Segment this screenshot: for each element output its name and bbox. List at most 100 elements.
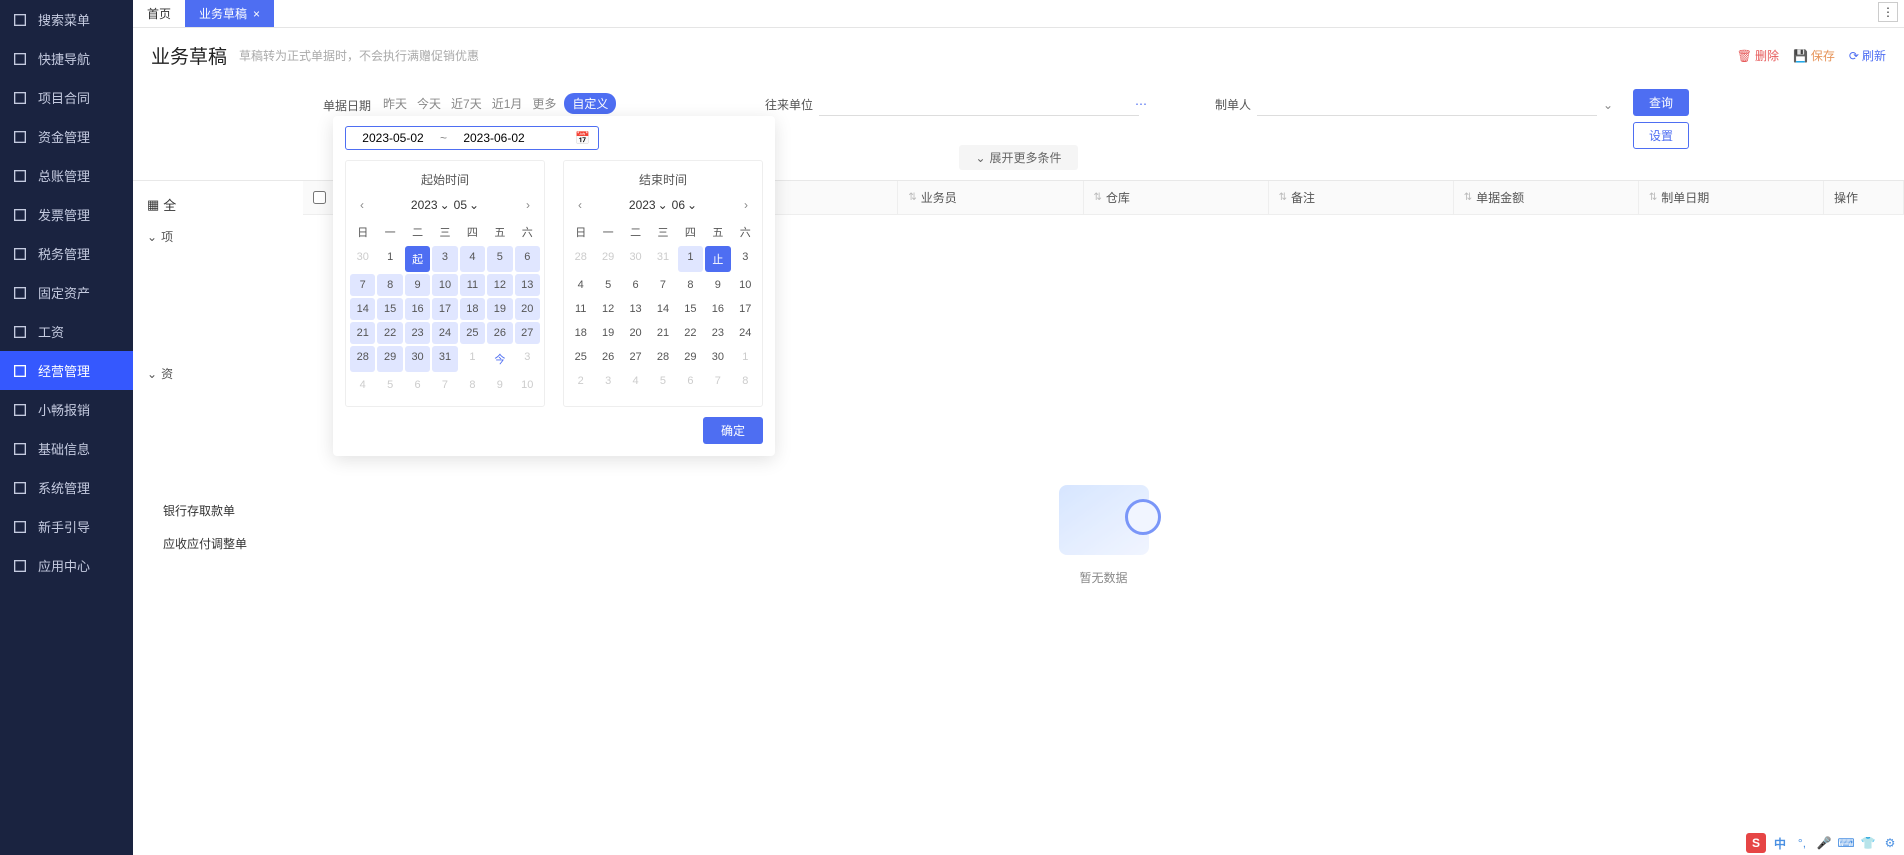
- date-preset-1[interactable]: 今天: [415, 93, 443, 114]
- ime-tool-icon[interactable]: ⚙: [1882, 835, 1898, 851]
- calendar-day[interactable]: 1: [377, 246, 402, 272]
- sort-icon[interactable]: ⇅: [1094, 194, 1102, 202]
- sidebar-item-5[interactable]: 发票管理: [0, 195, 133, 234]
- next-month-button[interactable]: ›: [740, 196, 752, 214]
- calendar-day[interactable]: 2: [568, 370, 593, 392]
- calendar-day[interactable]: 10: [733, 274, 758, 296]
- calendar-day[interactable]: 15: [678, 298, 703, 320]
- sidebar-item-6[interactable]: 税务管理: [0, 234, 133, 273]
- sidebar-item-10[interactable]: 小畅报销: [0, 390, 133, 429]
- panel-item-adjust[interactable]: 应收应付调整单: [147, 529, 289, 558]
- date-preset-3[interactable]: 近1月: [490, 93, 525, 114]
- partner-input[interactable]: [819, 93, 1139, 116]
- panel-group-0[interactable]: ⌄ 项: [147, 222, 289, 251]
- sort-icon[interactable]: ⇅: [1649, 194, 1657, 202]
- calendar-day[interactable]: 30: [350, 246, 375, 272]
- calendar-day[interactable]: 28: [350, 346, 375, 372]
- calendar-day[interactable]: 19: [595, 322, 620, 344]
- expand-conditions-button[interactable]: ⌄ 展开更多条件: [959, 145, 1077, 170]
- calendar-day[interactable]: 17: [432, 298, 457, 320]
- calendar-day[interactable]: 30: [705, 346, 730, 368]
- calendar-day[interactable]: 3: [595, 370, 620, 392]
- save-button[interactable]: 💾 保存: [1793, 47, 1835, 64]
- calendar-day[interactable]: 31: [650, 246, 675, 272]
- calendar-day[interactable]: 22: [678, 322, 703, 344]
- calendar-day[interactable]: 29: [595, 246, 620, 272]
- column-header-7[interactable]: ⇅制单日期: [1639, 181, 1824, 214]
- calendar-day[interactable]: 8: [678, 274, 703, 296]
- calendar-day[interactable]: 29: [377, 346, 402, 372]
- calendar-day[interactable]: 21: [650, 322, 675, 344]
- calendar-day[interactable]: 21: [350, 322, 375, 344]
- end-date-input[interactable]: [455, 131, 533, 145]
- sort-icon[interactable]: ⇅: [1464, 194, 1472, 202]
- date-preset-4[interactable]: 更多: [530, 93, 558, 114]
- calendar-day[interactable]: 4: [350, 374, 375, 396]
- calendar-day[interactable]: 3: [432, 246, 457, 272]
- calendar-day[interactable]: 30: [405, 346, 430, 372]
- calendar-day[interactable]: 5: [650, 370, 675, 392]
- calendar-day[interactable]: 止: [705, 246, 730, 272]
- tabs-more-button[interactable]: ⋮: [1878, 2, 1898, 22]
- column-header-4[interactable]: ⇅仓库: [1084, 181, 1269, 214]
- tab-home[interactable]: 首页: [133, 0, 185, 27]
- panel-group-1[interactable]: ⌄ 资: [147, 359, 289, 388]
- calendar-day[interactable]: 12: [487, 274, 512, 296]
- calendar-day[interactable]: 28: [650, 346, 675, 368]
- sort-icon[interactable]: ⇅: [908, 194, 916, 202]
- confirm-button[interactable]: 确定: [703, 417, 763, 444]
- tab-draft[interactable]: 业务草稿 ×: [185, 0, 274, 27]
- refresh-button[interactable]: ⟳ 刷新: [1849, 47, 1886, 64]
- calendar-day[interactable]: 6: [623, 274, 648, 296]
- chevron-down-icon[interactable]: ⌄: [1603, 98, 1613, 112]
- query-button[interactable]: 查询: [1633, 89, 1689, 116]
- date-preset-0[interactable]: 昨天: [381, 93, 409, 114]
- column-header-3[interactable]: ⇅业务员: [898, 181, 1083, 214]
- partner-more-icon[interactable]: ⋯: [1135, 97, 1147, 111]
- calendar-day[interactable]: 31: [432, 346, 457, 372]
- calendar-day[interactable]: 18: [568, 322, 593, 344]
- prev-month-button[interactable]: ‹: [574, 196, 586, 214]
- calendar-day[interactable]: 14: [650, 298, 675, 320]
- sidebar-item-8[interactable]: 工资: [0, 312, 133, 351]
- calendar-day[interactable]: 29: [678, 346, 703, 368]
- calendar-day[interactable]: 24: [432, 322, 457, 344]
- calendar-day[interactable]: 6: [515, 246, 540, 272]
- calendar-day[interactable]: 15: [377, 298, 402, 320]
- calendar-day[interactable]: 7: [432, 374, 457, 396]
- calendar-day[interactable]: 12: [595, 298, 620, 320]
- sidebar-item-4[interactable]: 总账管理: [0, 156, 133, 195]
- sidebar-item-2[interactable]: 项目合同: [0, 78, 133, 117]
- delete-button[interactable]: 🗑 删除: [1737, 47, 1779, 64]
- calendar-day[interactable]: 25: [460, 322, 485, 344]
- column-header-5[interactable]: ⇅备注: [1269, 181, 1454, 214]
- ime-mic-icon[interactable]: 🎤: [1816, 835, 1832, 851]
- calendar-day[interactable]: 27: [623, 346, 648, 368]
- next-month-button[interactable]: ›: [522, 196, 534, 214]
- sidebar-item-14[interactable]: 应用中心: [0, 546, 133, 585]
- creator-input[interactable]: [1257, 93, 1597, 116]
- calendar-day[interactable]: 8: [460, 374, 485, 396]
- calendar-day[interactable]: 28: [568, 246, 593, 272]
- calendar-day[interactable]: 4: [568, 274, 593, 296]
- calendar-day[interactable]: 5: [595, 274, 620, 296]
- calendar-day[interactable]: 7: [650, 274, 675, 296]
- year-select[interactable]: 2023⌄: [411, 198, 450, 212]
- ime-keyboard-icon[interactable]: ⌨: [1838, 835, 1854, 851]
- calendar-day[interactable]: 16: [705, 298, 730, 320]
- calendar-day[interactable]: 27: [515, 322, 540, 344]
- calendar-day[interactable]: 起: [405, 246, 430, 272]
- close-icon[interactable]: ×: [253, 7, 260, 21]
- calendar-day[interactable]: 23: [405, 322, 430, 344]
- calendar-day[interactable]: 26: [595, 346, 620, 368]
- calendar-day[interactable]: 14: [350, 298, 375, 320]
- settings-button[interactable]: 设置: [1633, 122, 1689, 149]
- ime-skin-icon[interactable]: 👕: [1860, 835, 1876, 851]
- year-select[interactable]: 2023⌄: [629, 198, 668, 212]
- sidebar-item-3[interactable]: 资金管理: [0, 117, 133, 156]
- ime-lang[interactable]: 中: [1772, 835, 1788, 851]
- calendar-day[interactable]: 6: [405, 374, 430, 396]
- calendar-day[interactable]: 今: [487, 346, 512, 372]
- calendar-day[interactable]: 9: [487, 374, 512, 396]
- calendar-day[interactable]: 25: [568, 346, 593, 368]
